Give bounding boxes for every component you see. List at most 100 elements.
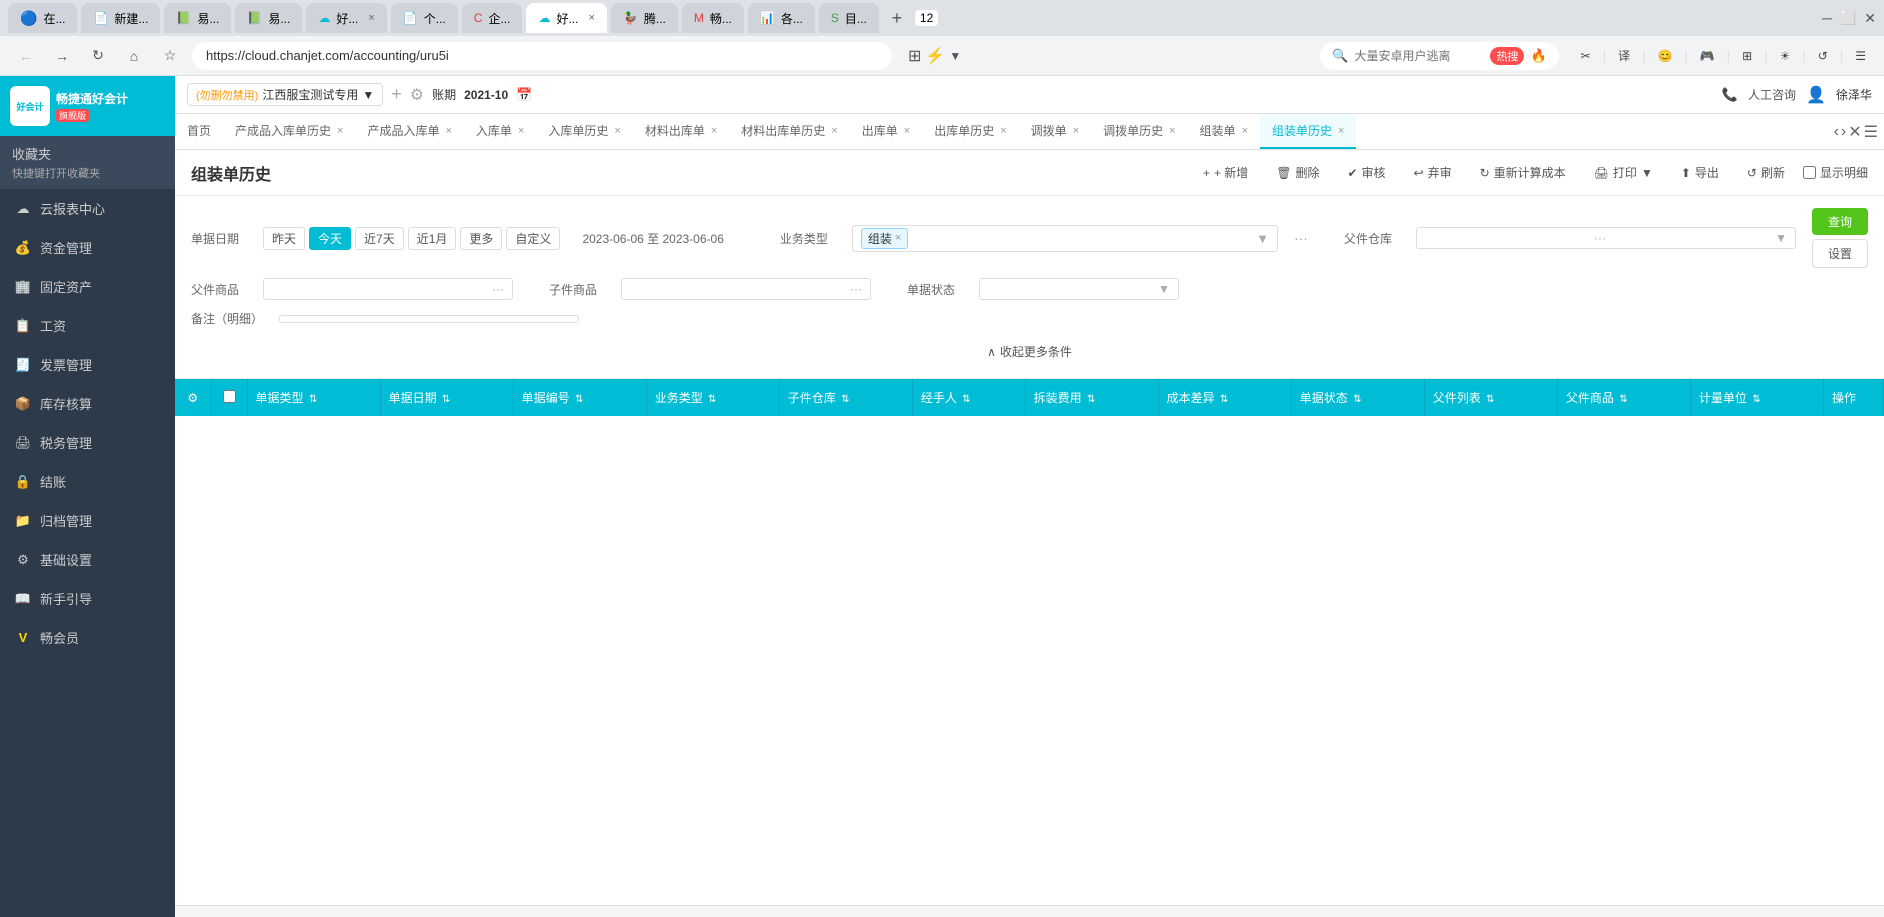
business-type-input[interactable]: 组装 × ▼ [852, 225, 1278, 252]
browser-tab-10[interactable]: M 畅... [682, 3, 744, 33]
parent-warehouse-dropdown[interactable]: ▼ [1775, 231, 1787, 245]
tab-scroll-right[interactable]: › [1841, 123, 1846, 141]
tab-close-6[interactable]: × [831, 125, 837, 137]
dropdown-icon[interactable]: ▼ [949, 49, 961, 63]
gear-icon[interactable]: ⚙ [410, 85, 424, 105]
parent-warehouse-more[interactable]: ··· [1594, 231, 1606, 245]
game-icon[interactable]: 🎮 [1694, 47, 1721, 65]
user-name[interactable]: 徐泽华 [1836, 86, 1872, 103]
back-button[interactable]: ← [12, 42, 40, 70]
yesterday-btn[interactable]: 昨天 [263, 227, 305, 250]
browser-tab-11[interactable]: 📊 各... [748, 3, 815, 33]
sidebar-item-guide[interactable]: 📖 新手引导 [0, 579, 175, 618]
brightness-icon[interactable]: ☀ [1774, 47, 1797, 65]
star-button[interactable]: ☆ [156, 42, 184, 70]
remark-input[interactable] [279, 315, 579, 323]
th-status[interactable]: 单据状态 ⇅ [1291, 379, 1424, 416]
print-button[interactable]: 🖨 打印 ▼ [1584, 160, 1663, 185]
sidebar-item-inventory[interactable]: 📦 库存核算 [0, 384, 175, 423]
7days-btn[interactable]: 近7天 [355, 227, 404, 250]
tab-close-1[interactable]: × [337, 125, 343, 137]
audit-button[interactable]: ✔ 审核 [1337, 160, 1395, 185]
business-tag-remove[interactable]: × [895, 232, 901, 244]
home-button[interactable]: ⌂ [120, 42, 148, 70]
more-date-btn[interactable]: 更多 [460, 227, 502, 250]
status-dropdown-icon[interactable]: ▼ [1158, 282, 1170, 296]
page-tab-transfer-history[interactable]: 调拨单历史 × [1091, 114, 1187, 149]
page-tab-product-in[interactable]: 产成品入库单 × [355, 114, 463, 149]
th-type[interactable]: 单据类型 ⇅ [247, 379, 380, 416]
menu-icon[interactable]: ☰ [1849, 47, 1872, 65]
th-gear[interactable]: ⚙ [175, 379, 211, 416]
browser-tab-2[interactable]: 📄 新建... [81, 3, 160, 33]
minimize-icon[interactable]: ─ [1822, 10, 1832, 26]
today-btn[interactable]: 今天 [309, 227, 351, 250]
show-detail-checkbox[interactable] [1803, 166, 1816, 179]
th-parent-list[interactable]: 父件列表 ⇅ [1424, 379, 1557, 416]
apps-icon[interactable]: ⊞ [908, 46, 921, 66]
page-tab-home[interactable]: 首页 [175, 114, 223, 149]
page-tab-product-in-history[interactable]: 产成品入库单历史 × [223, 114, 355, 149]
sidebar-item-fund[interactable]: 💰 资金管理 [0, 228, 175, 267]
browser-tab-12[interactable]: S 目... [819, 3, 879, 33]
page-tab-in-history[interactable]: 入库单历史 × [536, 114, 632, 149]
parent-commodity-input[interactable]: ··· [263, 278, 513, 300]
page-tab-assembly[interactable]: 组装单 × [1188, 114, 1260, 149]
browser-tab-3[interactable]: 📗 易... [164, 3, 231, 33]
page-tab-assembly-history[interactable]: 组装单历史 × [1260, 114, 1356, 149]
browser-tab-6[interactable]: 📄 个... [391, 3, 458, 33]
collapse-button[interactable]: ∧ 收起更多条件 [987, 343, 1072, 360]
undo-icon[interactable]: ↺ [1812, 47, 1834, 65]
th-biz-type[interactable]: 业务类型 ⇅ [646, 379, 779, 416]
tab-scroll-left[interactable]: ‹ [1834, 123, 1839, 141]
favorites-section[interactable]: 收藏夹 快捷键打开收藏夹 [0, 136, 175, 189]
refresh-button[interactable]: ↺ 刷新 [1737, 160, 1795, 185]
service-label[interactable]: 人工咨询 [1748, 86, 1796, 103]
lightning-icon[interactable]: ⚡ [925, 46, 945, 66]
forward-button[interactable]: → [48, 42, 76, 70]
tab-close-2[interactable]: × [445, 125, 451, 137]
sidebar-item-cloud-report[interactable]: ☁ 云报表中心 [0, 189, 175, 228]
tab-close-12[interactable]: × [1338, 125, 1344, 137]
th-handler[interactable]: 经手人 ⇅ [912, 379, 1025, 416]
emoji-icon[interactable]: 😊 [1651, 47, 1678, 65]
tab-close-8[interactable]: × [1000, 125, 1006, 137]
scissors-icon[interactable]: ✂ [1575, 47, 1597, 65]
tab-close-3[interactable]: × [518, 125, 524, 137]
sidebar-item-fixed-assets[interactable]: 🏢 固定资产 [0, 267, 175, 306]
maximize-icon[interactable]: ⬜ [1840, 10, 1856, 26]
setting-button[interactable]: 设置 [1812, 239, 1868, 268]
th-cost-diff[interactable]: 成本差异 ⇅ [1158, 379, 1291, 416]
page-tab-in[interactable]: 入库单 × [464, 114, 536, 149]
th-child-warehouse[interactable]: 子件仓库 ⇅ [779, 379, 912, 416]
tab-more-icon[interactable]: ☰ [1864, 122, 1878, 142]
tab-close-11[interactable]: × [1242, 125, 1248, 137]
1month-btn[interactable]: 近1月 [408, 227, 457, 250]
sidebar-item-checkout[interactable]: 🔒 结账 [0, 462, 175, 501]
sidebar-item-settings[interactable]: ⚙ 基础设置 [0, 540, 175, 579]
browser-tab-8[interactable]: ☁ 好... × [526, 3, 606, 33]
tab-close-7[interactable]: × [904, 125, 910, 137]
recalculate-button[interactable]: ↻ 重新计算成本 [1470, 160, 1576, 185]
page-tab-out[interactable]: 出库单 × [850, 114, 922, 149]
sidebar-item-invoice[interactable]: 🧾 发票管理 [0, 345, 175, 384]
page-tab-material-out-history[interactable]: 材料出库单历史 × [729, 114, 849, 149]
export-button[interactable]: ⬆ 导出 [1671, 160, 1729, 185]
page-tab-out-history[interactable]: 出库单历史 × [922, 114, 1018, 149]
child-commodity-input[interactable]: ··· [621, 278, 871, 300]
parent-warehouse-input[interactable]: ··· ▼ [1416, 227, 1796, 249]
close-icon[interactable]: ✕ [1864, 10, 1876, 27]
tab-close-all[interactable]: ✕ [1848, 122, 1861, 142]
sidebar-item-payroll[interactable]: 📋 工资 [0, 306, 175, 345]
tab8-close[interactable]: × [588, 12, 594, 24]
sidebar-item-tax[interactable]: 🖨 税务管理 [0, 423, 175, 462]
th-number[interactable]: 单据编号 ⇅ [513, 379, 646, 416]
parent-commodity-more[interactable]: ··· [492, 282, 504, 296]
add-button[interactable]: + + 新增 [1193, 160, 1258, 185]
status-select[interactable]: ▼ [979, 278, 1179, 300]
tab-close-4[interactable]: × [614, 125, 620, 137]
address-input[interactable] [192, 42, 892, 70]
tab5-close[interactable]: × [368, 12, 374, 24]
page-tab-material-out[interactable]: 材料出库单 × [633, 114, 729, 149]
browser-tab-5[interactable]: ☁ 好... × [306, 3, 386, 33]
